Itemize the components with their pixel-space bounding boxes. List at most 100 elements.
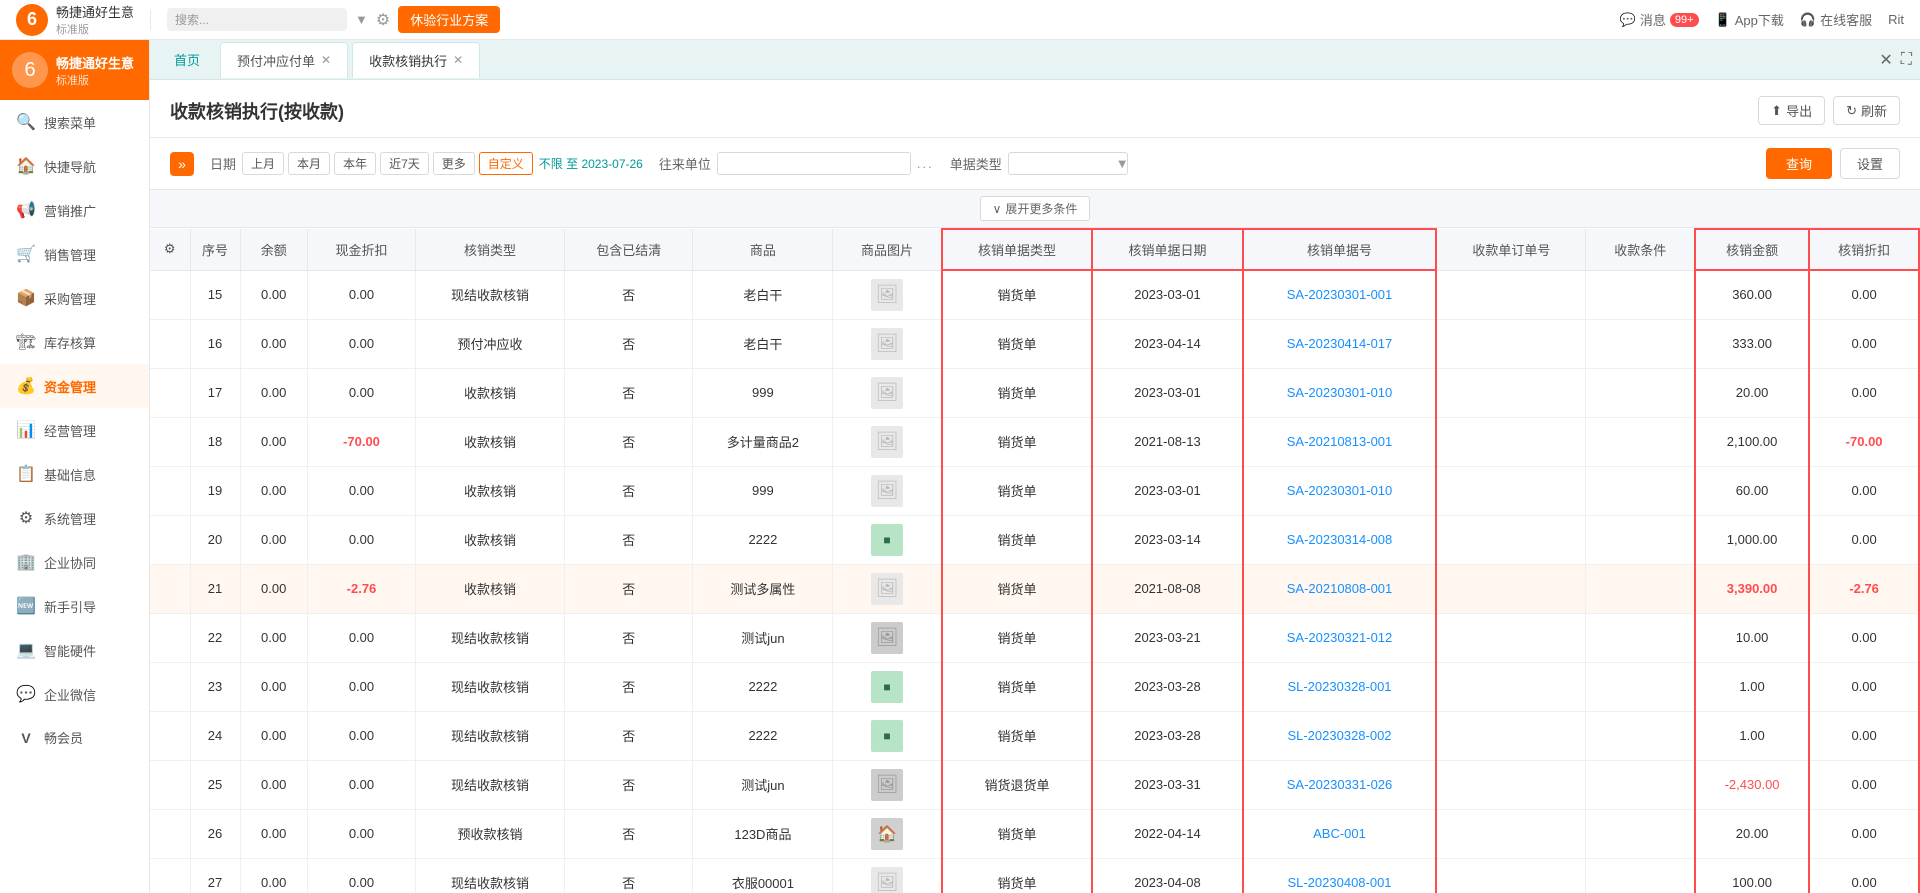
sidebar-item-vip[interactable]: V 畅会员 bbox=[0, 716, 149, 759]
cell-writeoff-doc-no[interactable]: SA-20230331-026 bbox=[1243, 760, 1437, 809]
cell-writeoff-doc-no[interactable]: SA-20210808-001 bbox=[1243, 564, 1437, 613]
tab-close-all-button[interactable]: ✕ bbox=[1879, 50, 1892, 70]
cell-writeoff-doc-date: 2023-03-01 bbox=[1092, 466, 1242, 515]
solution-button[interactable]: 休验行业方案 bbox=[398, 6, 500, 33]
writeoff-doc-no-link[interactable]: SA-20210808-001 bbox=[1287, 581, 1393, 596]
sidebar-item-system[interactable]: ⚙ 系统管理 bbox=[0, 496, 149, 540]
cell-payment-terms bbox=[1586, 417, 1695, 466]
from-unit-input[interactable] bbox=[717, 152, 911, 175]
date-btn-7days[interactable]: 近7天 bbox=[380, 152, 429, 175]
sidebar-item-search[interactable]: 🔍 搜索菜单 bbox=[0, 100, 149, 144]
writeoff-doc-no-link[interactable]: SA-20230414-017 bbox=[1287, 336, 1393, 351]
cell-writeoff-doc-no[interactable]: ABC-001 bbox=[1243, 809, 1437, 858]
col-settings[interactable]: ⚙ bbox=[150, 229, 190, 270]
cell-writeoff-type: 现结收款核销 bbox=[416, 270, 565, 319]
table-row: 260.000.00预收款核销否123D商品🏠销货单2022-04-14ABC-… bbox=[150, 809, 1919, 858]
tab-collection[interactable]: 收款核销执行 ✕ bbox=[352, 42, 480, 78]
cell-no: 21 bbox=[190, 564, 240, 613]
table-row: 270.000.00现结收款核销否衣服00001🖼销货单2023-04-08SL… bbox=[150, 858, 1919, 893]
col-writeoff-amount: 核销金额 bbox=[1695, 229, 1809, 270]
date-btn-last-month[interactable]: 上月 bbox=[242, 152, 284, 175]
message-nav[interactable]: 💬 消息 99+ bbox=[1620, 10, 1699, 29]
cell-payment-terms bbox=[1586, 515, 1695, 564]
doc-type-select[interactable] bbox=[1008, 152, 1128, 175]
cell-writeoff-doc-no[interactable]: SL-20230328-002 bbox=[1243, 711, 1437, 760]
sidebar-item-basic[interactable]: 📋 基础信息 bbox=[0, 452, 149, 496]
writeoff-doc-no-link[interactable]: SA-20230314-008 bbox=[1287, 532, 1393, 547]
sidebar-item-corp[interactable]: 🏢 企业协同 bbox=[0, 540, 149, 584]
cell-writeoff-doc-date: 2023-03-28 bbox=[1092, 711, 1242, 760]
megaphone-icon: 📢 bbox=[16, 200, 36, 220]
cell-writeoff-doc-no[interactable]: SA-20230301-010 bbox=[1243, 466, 1437, 515]
date-btn-this-year[interactable]: 本年 bbox=[334, 152, 376, 175]
tab-prepay[interactable]: 预付冲应付单 ✕ bbox=[220, 42, 348, 78]
cell-writeoff-amount: 20.00 bbox=[1695, 368, 1809, 417]
search-dropdown-icon[interactable]: ▼ bbox=[355, 12, 368, 27]
cell-goods-img: ■ bbox=[833, 515, 942, 564]
tab-home[interactable]: 首页 bbox=[158, 42, 216, 77]
sidebar-item-finance[interactable]: 💰 资金管理 bbox=[0, 364, 149, 408]
hardware-icon: 💻 bbox=[16, 640, 36, 660]
cell-balance: 0.00 bbox=[240, 711, 307, 760]
cell-writeoff-doc-no[interactable]: SL-20230328-001 bbox=[1243, 662, 1437, 711]
tab-prepay-close[interactable]: ✕ bbox=[321, 53, 331, 67]
filter-toggle-button[interactable]: » bbox=[170, 152, 194, 176]
cell-writeoff-discount: 0.00 bbox=[1809, 858, 1919, 893]
cell-writeoff-doc-no[interactable]: SL-20230408-001 bbox=[1243, 858, 1437, 893]
sidebar-item-sales[interactable]: 🛒 销售管理 bbox=[0, 232, 149, 276]
tab-collection-close[interactable]: ✕ bbox=[453, 53, 463, 67]
sidebar-item-ops[interactable]: 📊 经营管理 bbox=[0, 408, 149, 452]
sidebar-item-hardware[interactable]: 💻 智能硬件 bbox=[0, 628, 149, 672]
date-filter-group: 日期 上月 本月 本年 近7天 更多 自定义 不限 至 2023-07-26 bbox=[210, 152, 643, 175]
cell-writeoff-doc-no[interactable]: SA-20230301-010 bbox=[1243, 368, 1437, 417]
expand-conditions-button[interactable]: ∨ 展开更多条件 bbox=[980, 196, 1091, 221]
table-area: ⚙ 序号 余额 现金折扣 核销类型 包含已结清 商品 商品图片 核销单据类型 核… bbox=[150, 228, 1920, 893]
query-button[interactable]: 查询 bbox=[1766, 148, 1832, 179]
cell-no: 20 bbox=[190, 515, 240, 564]
writeoff-doc-no-link[interactable]: ABC-001 bbox=[1313, 826, 1366, 841]
cell-payment-terms bbox=[1586, 760, 1695, 809]
writeoff-doc-no-link[interactable]: SA-20230301-010 bbox=[1287, 483, 1393, 498]
sidebar-item-marketing[interactable]: 📢 营销推广 bbox=[0, 188, 149, 232]
sidebar-item-wechat[interactable]: 💬 企业微信 bbox=[0, 672, 149, 716]
sidebar-item-shortcut[interactable]: 🏠 快捷导航 bbox=[0, 144, 149, 188]
settings-button[interactable]: 设置 bbox=[1840, 148, 1900, 179]
cell-writeoff-doc-type: 销货单 bbox=[942, 662, 1092, 711]
online-service-nav[interactable]: 🎧 在线客服 bbox=[1800, 10, 1872, 29]
sidebar-item-inventory[interactable]: 🏗 库存核算 bbox=[0, 320, 149, 364]
writeoff-doc-no-link[interactable]: SA-20230301-010 bbox=[1287, 385, 1393, 400]
date-btn-more[interactable]: 更多 bbox=[433, 152, 475, 175]
date-btn-custom[interactable]: 自定义 bbox=[479, 152, 533, 175]
cell-writeoff-doc-no[interactable]: SA-20230321-012 bbox=[1243, 613, 1437, 662]
search-bar[interactable]: 搜索... bbox=[167, 8, 347, 31]
cell-settings bbox=[150, 858, 190, 893]
writeoff-doc-no-link[interactable]: SA-20230331-026 bbox=[1287, 777, 1393, 792]
cell-no: 22 bbox=[190, 613, 240, 662]
cell-payment-terms bbox=[1586, 564, 1695, 613]
refresh-button[interactable]: ↻ 刷新 bbox=[1833, 96, 1900, 125]
writeoff-doc-no-link[interactable]: SA-20230321-012 bbox=[1287, 630, 1393, 645]
table-row: 220.000.00现结收款核销否测试jun🖼销货单2023-03-21SA-2… bbox=[150, 613, 1919, 662]
date-btn-this-month[interactable]: 本月 bbox=[288, 152, 330, 175]
settings-icon[interactable]: ⚙ bbox=[376, 10, 390, 30]
cell-include-settled: 否 bbox=[564, 760, 693, 809]
app-download-nav[interactable]: 📱 App下载 bbox=[1715, 10, 1784, 29]
user-account[interactable]: Rit bbox=[1888, 12, 1904, 27]
export-button[interactable]: ⬆ 导出 bbox=[1758, 96, 1825, 125]
expand-icon: ∨ bbox=[993, 202, 1002, 216]
cell-writeoff-type: 收款核销 bbox=[416, 368, 565, 417]
cell-goods-img: 🖼 bbox=[833, 858, 942, 893]
cell-writeoff-doc-no[interactable]: SA-20230414-017 bbox=[1243, 319, 1437, 368]
writeoff-doc-no-link[interactable]: SL-20230328-002 bbox=[1287, 728, 1391, 743]
cell-writeoff-doc-no[interactable]: SA-20230314-008 bbox=[1243, 515, 1437, 564]
writeoff-doc-no-link[interactable]: SA-20210813-001 bbox=[1287, 434, 1393, 449]
cell-writeoff-doc-no[interactable]: SA-20230301-001 bbox=[1243, 270, 1437, 319]
cell-writeoff-doc-no[interactable]: SA-20210813-001 bbox=[1243, 417, 1437, 466]
sidebar-item-guide[interactable]: 🆕 新手引导 bbox=[0, 584, 149, 628]
writeoff-doc-no-link[interactable]: SL-20230328-001 bbox=[1287, 679, 1391, 694]
sidebar-item-purchase[interactable]: 📦 采购管理 bbox=[0, 276, 149, 320]
writeoff-doc-no-link[interactable]: SA-20230301-001 bbox=[1287, 287, 1393, 302]
table-row: 180.00-70.00收款核销否多计量商品2🖼销货单2021-08-13SA-… bbox=[150, 417, 1919, 466]
tab-expand-button[interactable]: ⛶ bbox=[1901, 50, 1912, 70]
writeoff-doc-no-link[interactable]: SL-20230408-001 bbox=[1287, 875, 1391, 890]
